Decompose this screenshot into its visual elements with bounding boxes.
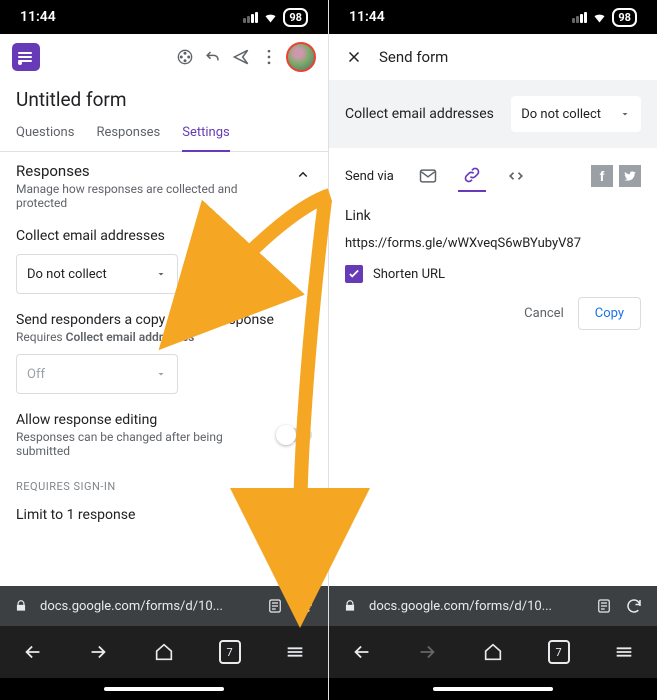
chevron-down-icon — [619, 108, 631, 120]
send-copy-label: Send responders a copy of their response — [16, 312, 312, 328]
status-bar: 11:44 98 — [329, 0, 657, 34]
battery-indicator: 98 — [612, 8, 637, 27]
reader-icon[interactable] — [595, 597, 613, 615]
browser-nav: 7 — [329, 626, 657, 678]
collect-email-dropdown[interactable]: Do not collect — [16, 254, 178, 294]
battery-indicator: 98 — [283, 8, 308, 27]
section-title: Responses — [16, 162, 246, 180]
allow-edit-label: Allow response editing — [16, 412, 246, 428]
lock-icon — [343, 599, 357, 613]
url-text: docs.google.com/forms/d/10... — [40, 599, 254, 614]
send-via-row: Send via f — [329, 148, 657, 192]
home-indicator — [0, 678, 328, 700]
menu-button[interactable] — [284, 641, 306, 663]
allow-edit-sub: Responses can be changed after being sub… — [16, 430, 246, 458]
reload-icon[interactable] — [296, 597, 314, 615]
allow-edit-toggle[interactable] — [278, 428, 312, 442]
tabs-button[interactable]: 7 — [548, 641, 570, 663]
facebook-icon[interactable]: f — [591, 165, 613, 187]
lock-icon — [14, 599, 28, 613]
section-subtitle: Manage how responses are collected and p… — [16, 182, 246, 210]
close-icon[interactable] — [345, 48, 363, 66]
form-title[interactable]: Untitled form — [0, 80, 328, 115]
collect-email-bar: Collect email addresses Do not collect — [329, 80, 657, 148]
undo-icon[interactable] — [202, 46, 224, 68]
url-bar[interactable]: docs.google.com/forms/d/10... — [0, 586, 328, 626]
forms-logo-icon[interactable] — [12, 43, 40, 71]
limit-response-toggle[interactable] — [278, 508, 312, 522]
chevron-down-icon — [155, 368, 167, 380]
copy-button[interactable]: Copy — [578, 297, 641, 330]
back-button[interactable] — [22, 641, 44, 663]
tab-responses[interactable]: Responses — [96, 115, 160, 151]
shorten-url-checkbox[interactable] — [345, 265, 363, 283]
url-text: docs.google.com/forms/d/10... — [369, 599, 583, 614]
link-label: Link — [345, 208, 641, 224]
reader-icon[interactable] — [266, 597, 284, 615]
twitter-icon[interactable] — [619, 165, 641, 187]
home-button[interactable] — [153, 641, 175, 663]
send-via-email-icon[interactable] — [414, 161, 442, 191]
link-value[interactable]: https://forms.gle/wWXveqS6wBYubyV87 — [345, 236, 641, 251]
avatar[interactable] — [286, 42, 316, 72]
collect-email-label: Collect email addresses — [345, 106, 494, 122]
tabs: Questions Responses Settings — [0, 115, 328, 152]
send-icon[interactable] — [230, 46, 252, 68]
tab-questions[interactable]: Questions — [16, 115, 74, 151]
shorten-url-label: Shorten URL — [373, 267, 445, 282]
send-form-header: Send form — [329, 34, 657, 80]
send-via-link-icon[interactable] — [458, 160, 486, 192]
clock: 11:44 — [349, 9, 385, 25]
signal-icon — [572, 12, 587, 23]
menu-button[interactable] — [613, 641, 635, 663]
signal-icon — [243, 12, 258, 23]
home-indicator — [329, 678, 657, 700]
limit-response-label: Limit to 1 response — [16, 507, 135, 523]
requires-signin-header: REQUIRES SIGN-IN — [16, 480, 312, 493]
wifi-icon — [592, 10, 607, 25]
send-copy-dropdown[interactable]: Off — [16, 354, 178, 394]
collapse-icon[interactable] — [294, 166, 312, 184]
chevron-down-icon — [155, 268, 167, 280]
tab-settings[interactable]: Settings — [182, 115, 229, 152]
cancel-button[interactable]: Cancel — [524, 306, 564, 321]
clock: 11:44 — [20, 9, 56, 25]
tabs-button[interactable]: 7 — [219, 641, 241, 663]
reload-icon[interactable] — [625, 597, 643, 615]
url-bar[interactable]: docs.google.com/forms/d/10... — [329, 586, 657, 626]
send-form-title: Send form — [379, 48, 448, 66]
collect-email-label: Collect email addresses — [16, 228, 312, 244]
browser-nav: 7 — [0, 626, 328, 678]
forward-button[interactable] — [416, 641, 438, 663]
send-via-embed-icon[interactable] — [502, 161, 530, 191]
wifi-icon — [263, 10, 278, 25]
app-toolbar — [0, 34, 328, 80]
send-via-label: Send via — [345, 169, 394, 184]
collect-email-dropdown[interactable]: Do not collect — [511, 96, 641, 132]
back-button[interactable] — [351, 641, 373, 663]
forward-button[interactable] — [87, 641, 109, 663]
home-button[interactable] — [482, 641, 504, 663]
more-icon[interactable] — [258, 46, 280, 68]
status-bar: 11:44 98 — [0, 0, 328, 34]
send-copy-sub: Requires Collect email addresses — [16, 330, 312, 344]
theme-icon[interactable] — [174, 46, 196, 68]
